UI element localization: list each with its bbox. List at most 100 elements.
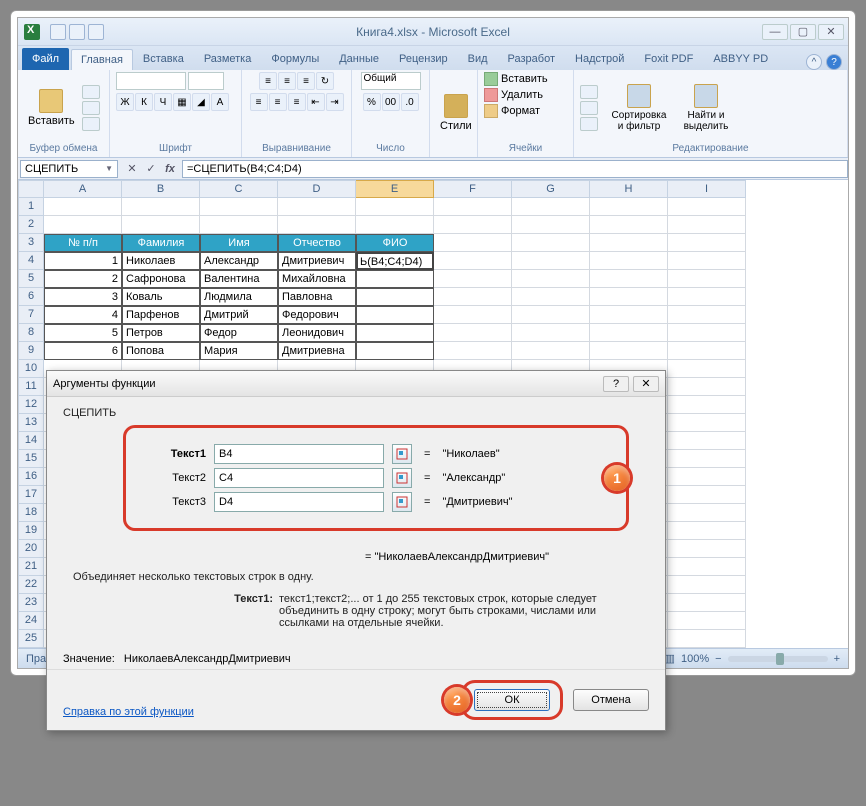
cell[interactable]: 5 — [44, 324, 122, 342]
cell[interactable] — [668, 594, 746, 612]
cell[interactable] — [434, 324, 512, 342]
sort-filter-button[interactable]: Сортировка и фильтр — [607, 82, 671, 134]
cell[interactable]: Александр — [200, 252, 278, 270]
fill-down-icon[interactable] — [580, 101, 598, 115]
cell[interactable] — [44, 198, 122, 216]
name-box[interactable]: СЦЕПИТЬ▼ — [20, 160, 118, 178]
fx-icon[interactable]: fx — [161, 160, 179, 178]
cell[interactable]: Коваль — [122, 288, 200, 306]
cell[interactable] — [434, 270, 512, 288]
cell[interactable]: Имя — [200, 234, 278, 252]
cell[interactable] — [668, 324, 746, 342]
autosum-icon[interactable] — [580, 85, 598, 99]
cell[interactable]: Фамилия — [122, 234, 200, 252]
tab-review[interactable]: Рецензир — [389, 48, 458, 70]
tab-developer[interactable]: Разработ — [498, 48, 565, 70]
zoom-level[interactable]: 100% — [681, 653, 709, 665]
accept-formula-icon[interactable]: ✓ — [142, 160, 160, 178]
cell[interactable]: Федорович — [278, 306, 356, 324]
bold-icon[interactable]: Ж — [116, 93, 134, 111]
format-cells-icon[interactable] — [484, 104, 498, 118]
chevron-down-icon[interactable]: ▼ — [105, 164, 113, 173]
cancel-button[interactable]: Отмена — [573, 689, 649, 711]
cell[interactable]: 1 — [44, 252, 122, 270]
cell[interactable] — [668, 630, 746, 648]
cell[interactable] — [668, 288, 746, 306]
cell[interactable] — [590, 234, 668, 252]
range-selector-icon[interactable] — [392, 492, 412, 512]
cell[interactable] — [668, 612, 746, 630]
cell[interactable] — [590, 288, 668, 306]
cell[interactable] — [356, 270, 434, 288]
cell[interactable]: Валентина — [200, 270, 278, 288]
cell[interactable] — [356, 288, 434, 306]
cell[interactable] — [668, 522, 746, 540]
arg-input[interactable] — [214, 468, 384, 488]
cell[interactable] — [590, 216, 668, 234]
qat-save-icon[interactable] — [50, 24, 66, 40]
styles-button[interactable]: Стили — [436, 92, 476, 134]
row-header[interactable]: 13 — [18, 414, 44, 432]
row-header[interactable]: 3 — [18, 234, 44, 252]
cell[interactable] — [512, 306, 590, 324]
cell[interactable] — [356, 216, 434, 234]
col-header[interactable]: H — [590, 180, 668, 198]
dialog-help-icon[interactable]: ? — [603, 376, 629, 392]
cell[interactable] — [668, 198, 746, 216]
row-header[interactable]: 18 — [18, 504, 44, 522]
row-header[interactable]: 7 — [18, 306, 44, 324]
find-select-button[interactable]: Найти и выделить — [674, 82, 738, 134]
row-header[interactable]: 8 — [18, 324, 44, 342]
cell[interactable] — [434, 306, 512, 324]
cell[interactable] — [668, 414, 746, 432]
cell[interactable] — [200, 198, 278, 216]
paste-button[interactable]: Вставить — [24, 87, 79, 129]
row-header[interactable]: 12 — [18, 396, 44, 414]
cell[interactable] — [512, 288, 590, 306]
cell[interactable]: Леонидович — [278, 324, 356, 342]
cell[interactable]: Федор — [200, 324, 278, 342]
tab-insert[interactable]: Вставка — [133, 48, 194, 70]
tab-abbyy[interactable]: ABBYY PD — [703, 48, 778, 70]
align-left-icon[interactable]: ≡ — [250, 93, 268, 111]
row-header[interactable]: 16 — [18, 468, 44, 486]
row-header[interactable]: 19 — [18, 522, 44, 540]
cell[interactable] — [434, 234, 512, 252]
cell[interactable]: 4 — [44, 306, 122, 324]
cell[interactable] — [356, 198, 434, 216]
cell[interactable]: Попова — [122, 342, 200, 360]
cell[interactable] — [278, 198, 356, 216]
cell[interactable] — [590, 198, 668, 216]
worksheet[interactable]: 1234567891011121314151617181920212223242… — [18, 180, 848, 648]
tab-home[interactable]: Главная — [71, 49, 133, 70]
cell[interactable] — [434, 342, 512, 360]
italic-icon[interactable]: К — [135, 93, 153, 111]
dialog-titlebar[interactable]: Аргументы функции ?✕ — [47, 371, 665, 397]
cell[interactable]: Мария — [200, 342, 278, 360]
cell[interactable] — [668, 252, 746, 270]
format-painter-icon[interactable] — [82, 117, 100, 131]
cell[interactable]: № п/п — [44, 234, 122, 252]
cell[interactable] — [512, 234, 590, 252]
cell[interactable] — [668, 216, 746, 234]
cell[interactable]: Петров — [122, 324, 200, 342]
formula-input[interactable]: =СЦЕПИТЬ(B4;C4;D4) — [182, 160, 848, 178]
cell[interactable] — [668, 576, 746, 594]
border-icon[interactable]: ▦ — [173, 93, 191, 111]
cell[interactable] — [200, 216, 278, 234]
cell[interactable]: Дмитриевна — [278, 342, 356, 360]
cell[interactable]: 2 — [44, 270, 122, 288]
cell[interactable] — [122, 198, 200, 216]
cell[interactable] — [356, 342, 434, 360]
cell[interactable] — [668, 342, 746, 360]
cell[interactable] — [512, 342, 590, 360]
ok-button[interactable]: ОК — [474, 689, 550, 711]
qat-redo-icon[interactable] — [88, 24, 104, 40]
col-header[interactable]: F — [434, 180, 512, 198]
col-header[interactable]: A — [44, 180, 122, 198]
cell[interactable] — [434, 252, 512, 270]
insert-cells-icon[interactable] — [484, 72, 498, 86]
tab-data[interactable]: Данные — [329, 48, 389, 70]
row-header[interactable]: 14 — [18, 432, 44, 450]
cell[interactable] — [668, 270, 746, 288]
